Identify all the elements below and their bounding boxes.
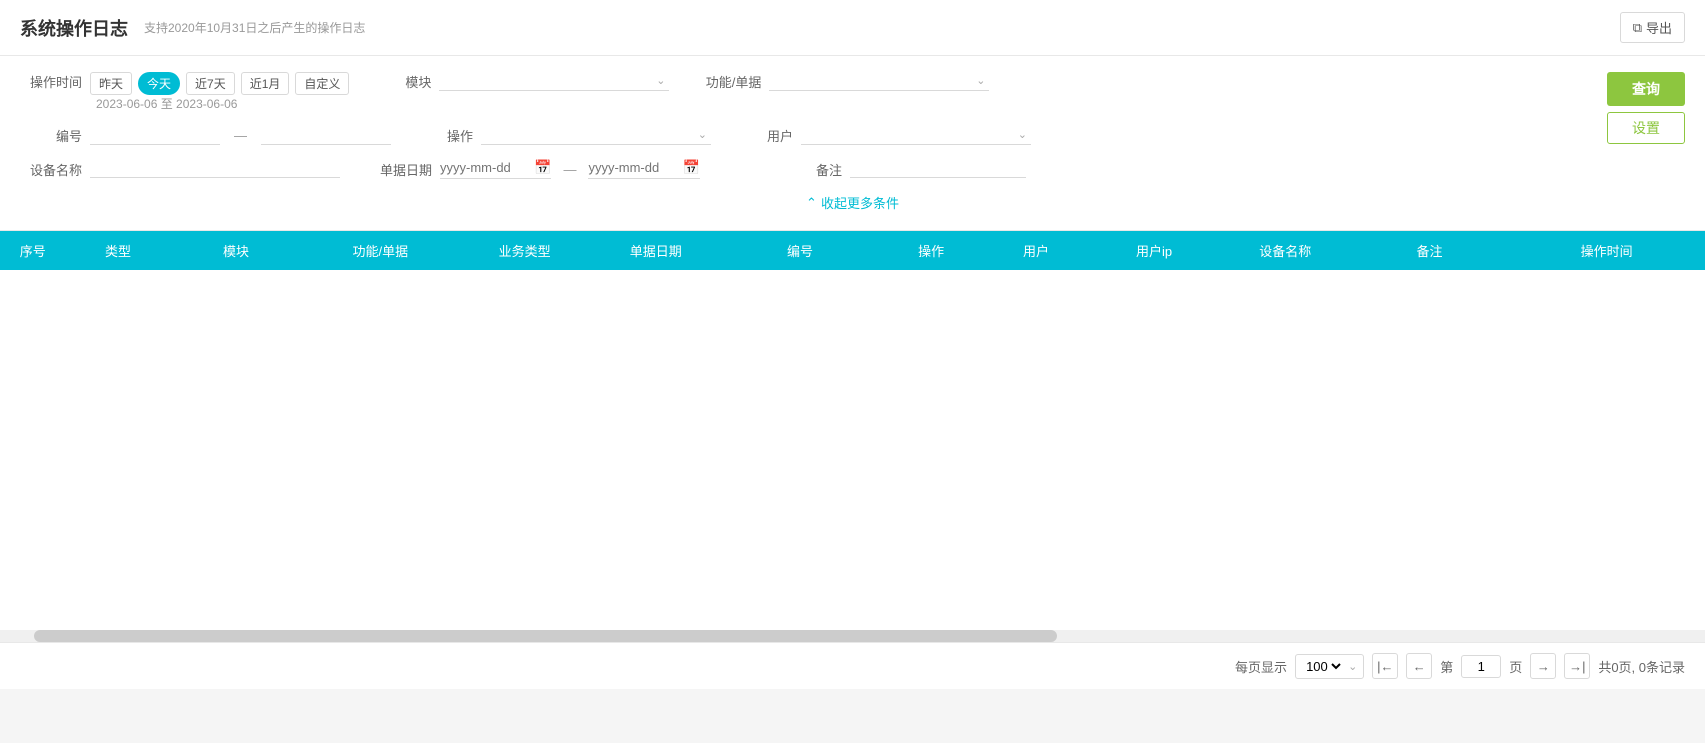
operation-select-wrap: ⌄ xyxy=(481,127,711,145)
col-seqno: 序号 xyxy=(0,231,66,270)
last1month-btn[interactable]: 近1月 xyxy=(241,72,290,95)
data-table: 序号 类型 模块 功能/单据 业务类型 单据日期 编号 操作 用户 用户ip 设… xyxy=(0,231,1705,270)
date-to-input[interactable] xyxy=(588,160,678,175)
settings-button[interactable]: 设置 xyxy=(1607,112,1685,144)
page-size-select[interactable]: 100 10 20 50 200 xyxy=(1302,658,1344,675)
col-module: 模块 xyxy=(170,231,301,270)
time-filter-label: 操作时间 xyxy=(20,72,90,91)
calendar-to-icon[interactable]: 📅 xyxy=(682,159,699,176)
col-userip: 用户ip xyxy=(1089,231,1220,270)
module-select[interactable] xyxy=(439,73,669,88)
yesterday-btn[interactable]: 昨天 xyxy=(90,72,132,95)
collapse-button[interactable]: ⌃ 收起更多条件 xyxy=(806,193,899,212)
per-page-label: 每页显示 xyxy=(1235,657,1287,676)
time-range-text: 2023-06-06 至 2023-06-06 xyxy=(96,95,349,112)
first-page-button[interactable]: |← xyxy=(1372,653,1398,679)
calendar-from-icon[interactable]: 📅 xyxy=(534,159,551,176)
collapse-chevron-icon: ⌃ xyxy=(806,195,817,211)
page-number-input[interactable] xyxy=(1461,655,1501,678)
number-from-input[interactable] xyxy=(90,127,220,142)
export-button[interactable]: ⧉ 导出 xyxy=(1620,12,1685,43)
col-number: 编号 xyxy=(721,231,878,270)
last-page-button[interactable]: →| xyxy=(1564,653,1590,679)
time-filter-group: 昨天 今天 近7天 近1月 自定义 2023-06-06 至 2023-06-0… xyxy=(90,72,349,112)
scrollbar-thumb[interactable] xyxy=(34,630,1057,642)
query-button[interactable]: 查询 xyxy=(1607,72,1685,106)
col-function: 功能/单据 xyxy=(302,231,459,270)
date-to-wrap: 📅 xyxy=(588,159,699,179)
module-label: 模块 xyxy=(369,72,439,91)
operation-select[interactable] xyxy=(481,127,711,142)
col-biztype: 业务类型 xyxy=(459,231,590,270)
export-icon: ⧉ xyxy=(1633,20,1642,36)
page-label: 第 xyxy=(1440,657,1453,676)
operation-label: 操作 xyxy=(411,126,481,145)
page-size-dropdown-icon: ⌄ xyxy=(1348,660,1357,673)
pagination-bar: 每页显示 100 10 20 50 200 ⌄ |← ← 第 页 → →| 共0… xyxy=(0,642,1705,689)
device-label: 设备名称 xyxy=(20,160,90,179)
prev-page-button[interactable]: ← xyxy=(1406,653,1432,679)
col-optime: 操作时间 xyxy=(1508,231,1705,270)
col-voucherdate: 单据日期 xyxy=(590,231,721,270)
user-select-wrap: ⌄ xyxy=(801,127,1031,145)
col-user: 用户 xyxy=(984,231,1089,270)
page-unit: 页 xyxy=(1509,657,1522,676)
col-operation: 操作 xyxy=(879,231,984,270)
last7days-btn[interactable]: 近7天 xyxy=(186,72,235,95)
remark-input-wrap xyxy=(850,160,1026,178)
scrollbar-area[interactable] xyxy=(0,630,1705,642)
collapse-bar: ⌃ 收起更多条件 xyxy=(20,187,1685,222)
col-remark: 备注 xyxy=(1351,231,1508,270)
page-subtitle: 支持2020年10月31日之后产生的操作日志 xyxy=(144,19,365,36)
date-from-input[interactable] xyxy=(440,160,530,175)
filter-panel: 操作时间 昨天 今天 近7天 近1月 自定义 2023-06-06 至 2023… xyxy=(0,56,1705,231)
page-title: 系统操作日志 xyxy=(20,15,128,41)
table-section: 序号 类型 模块 功能/单据 业务类型 单据日期 编号 操作 用户 用户ip 设… xyxy=(0,231,1705,630)
today-btn[interactable]: 今天 xyxy=(138,72,180,95)
number-dash: — xyxy=(234,128,247,143)
device-input[interactable] xyxy=(90,160,340,175)
export-label: 导出 xyxy=(1646,18,1672,37)
remark-label: 备注 xyxy=(780,160,850,179)
function-label: 功能/单据 xyxy=(689,72,769,91)
col-devicename: 设备名称 xyxy=(1220,231,1351,270)
user-label: 用户 xyxy=(731,126,801,145)
total-info: 共0页, 0条记录 xyxy=(1598,657,1685,676)
number-from-wrap xyxy=(90,127,220,145)
number-to-input[interactable] xyxy=(261,127,391,142)
collapse-label: 收起更多条件 xyxy=(821,193,899,212)
function-select-wrap: ⌄ xyxy=(769,73,989,91)
page-header: 系统操作日志 支持2020年10月31日之后产生的操作日志 ⧉ 导出 xyxy=(0,0,1705,56)
number-to-wrap xyxy=(261,127,391,145)
action-buttons: 查询 设置 xyxy=(1607,72,1685,144)
next-page-button[interactable]: → xyxy=(1530,653,1556,679)
module-select-wrap: ⌄ xyxy=(439,73,669,91)
user-select[interactable] xyxy=(801,127,1031,142)
page-size-select-wrap[interactable]: 100 10 20 50 200 ⌄ xyxy=(1295,654,1364,679)
table-header-row: 序号 类型 模块 功能/单据 业务类型 单据日期 编号 操作 用户 用户ip 设… xyxy=(0,231,1705,270)
voucher-date-label: 单据日期 xyxy=(360,160,440,179)
col-type: 类型 xyxy=(66,231,171,270)
device-input-wrap xyxy=(90,160,340,178)
date-from-wrap: 📅 xyxy=(440,159,551,179)
remark-input[interactable] xyxy=(850,160,1026,175)
custom-btn[interactable]: 自定义 xyxy=(295,72,349,95)
function-select[interactable] xyxy=(769,73,989,88)
date-dash: — xyxy=(563,162,576,177)
number-label: 编号 xyxy=(20,126,90,145)
empty-area xyxy=(0,270,1705,630)
